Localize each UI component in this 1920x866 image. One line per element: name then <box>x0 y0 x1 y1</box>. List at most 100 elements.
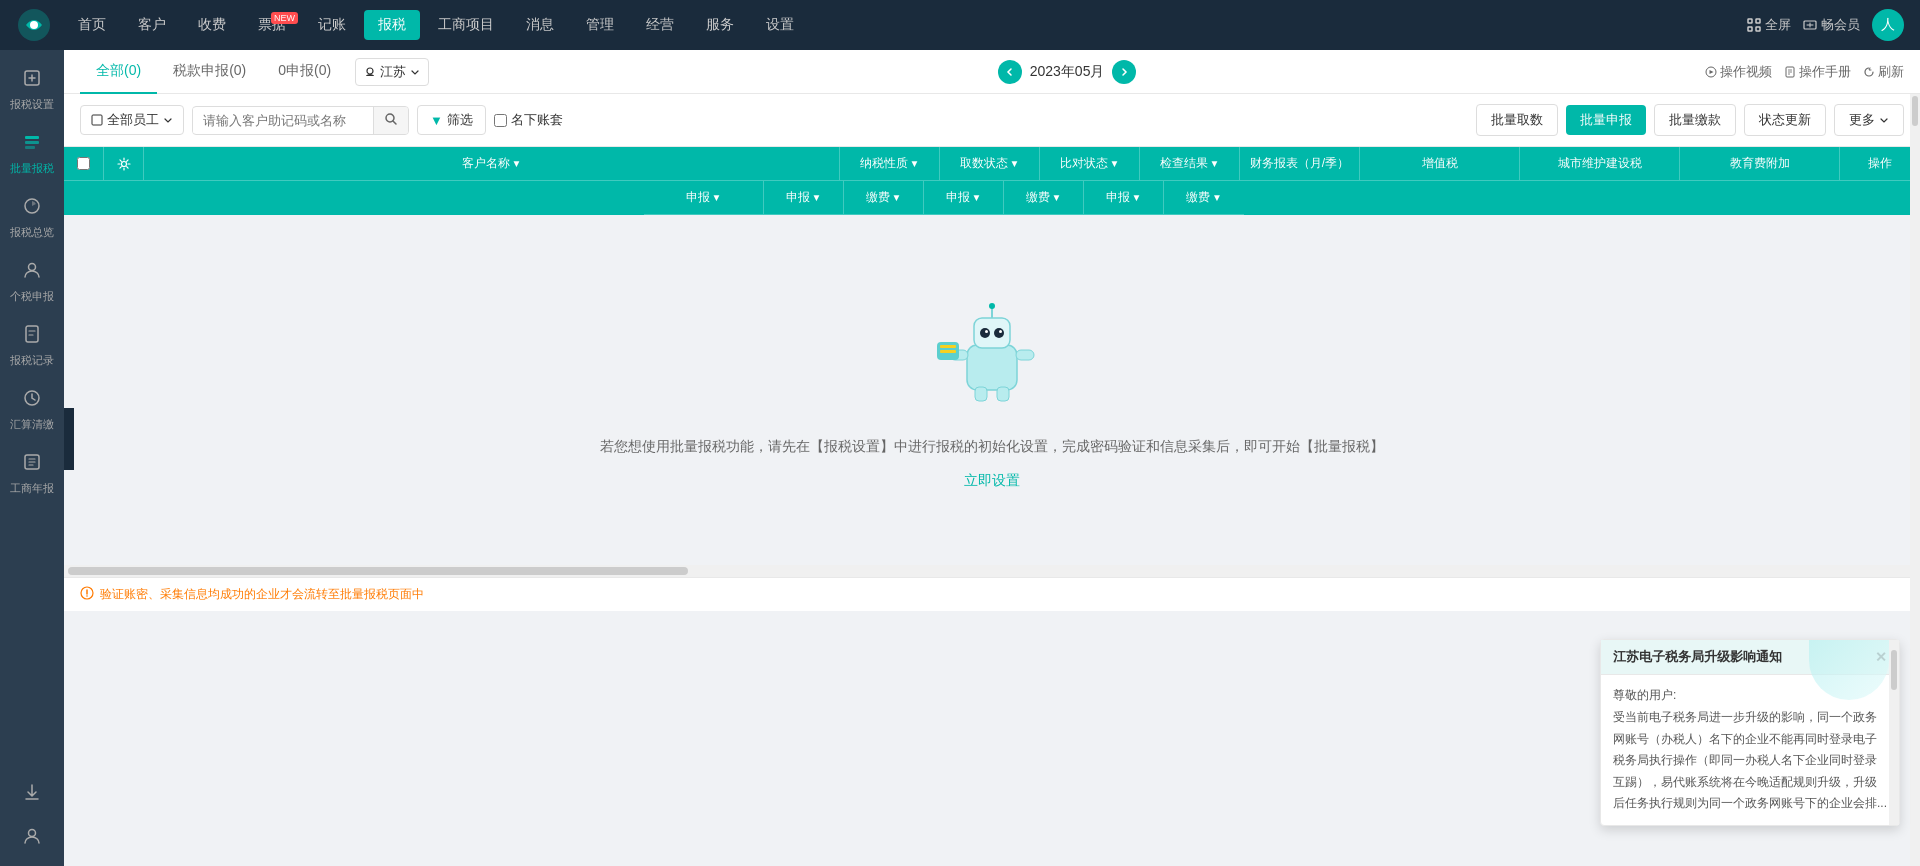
filter-icon: ▼ <box>430 113 443 128</box>
right-scrollbar-thumb <box>1912 96 1918 126</box>
svg-rect-25 <box>974 318 1010 348</box>
svg-rect-3 <box>1756 19 1760 23</box>
bottom-tip-text: 验证账密、采集信息均成功的企业才会流转至批量报税页面中 <box>100 586 424 603</box>
download-icon[interactable] <box>14 774 50 810</box>
batch-pay-btn[interactable]: 批量缴款 <box>1654 104 1736 136</box>
batch-fetch-btn[interactable]: 批量取数 <box>1476 104 1558 136</box>
toolbar: 全部员工 ▼ 筛选 名下账套 批量取数 批量申报 批量缴款 状态更新 更多 <box>64 94 1920 147</box>
download-sets-checkbox[interactable]: 名下账套 <box>494 111 563 129</box>
th-financial-report-group: 财务报表（月/季） <box>1240 147 1360 181</box>
svg-point-1 <box>30 21 38 29</box>
sidebar-item-tax-records[interactable]: 报税记录 <box>0 314 64 378</box>
bottom-bar: 验证账密、采集信息均成功的企业才会流转至批量报税页面中 <box>64 577 1920 611</box>
svg-marker-19 <box>1710 70 1714 74</box>
svg-point-17 <box>367 68 373 74</box>
next-month-btn[interactable] <box>1112 60 1136 84</box>
svg-point-23 <box>121 161 126 166</box>
user-icon[interactable] <box>14 818 50 854</box>
batch-tax-icon <box>22 132 42 157</box>
th-tax-nature: 纳税性质 ▼ <box>840 147 940 181</box>
th-education-group: 教育费附加 <box>1680 147 1840 181</box>
search-box[interactable] <box>192 106 409 135</box>
nav-settings[interactable]: 设置 <box>752 10 808 40</box>
region-selector[interactable]: 江苏 <box>355 58 429 86</box>
th-vat-declare: 申报 ▼ <box>764 181 844 215</box>
tab-all[interactable]: 全部(0) <box>80 50 157 94</box>
th-vat-group: 增值税 <box>1360 147 1520 181</box>
employee-select[interactable]: 全部员工 <box>80 105 184 135</box>
nav-bookkeeping[interactable]: 记账 <box>304 10 360 40</box>
nav-items: 首页 客户 收费 票据 NEW 记账 报税 工商项目 消息 管理 经营 服务 设… <box>64 10 1747 40</box>
notification-scrollbar[interactable] <box>1889 640 1899 825</box>
nav-ticket[interactable]: 票据 NEW <box>244 10 300 40</box>
th-checkbox[interactable] <box>64 147 104 181</box>
search-button[interactable] <box>373 107 408 134</box>
app-logo[interactable] <box>16 7 52 43</box>
filter-icon-compare[interactable]: ▼ <box>1110 158 1120 169</box>
svg-rect-37 <box>975 387 987 401</box>
current-month: 2023年05月 <box>1030 63 1105 81</box>
sidebar-item-annual-report[interactable]: 工商年报 <box>0 442 64 506</box>
data-table: 客户名称 ▼ 纳税性质 ▼ 取数状态 ▼ 比对状态 ▼ 检查结果 ▼ <box>64 147 1920 611</box>
toolbar-right: 批量取数 批量申报 批量缴款 状态更新 更多 <box>1476 104 1904 136</box>
tab-zero-declare[interactable]: 0申报(0) <box>262 50 347 94</box>
tax-records-icon <box>22 324 42 349</box>
refresh-link[interactable]: 刷新 <box>1863 63 1904 81</box>
svg-rect-21 <box>92 115 102 125</box>
select-all-checkbox[interactable] <box>77 157 90 170</box>
scrollbar-thumb[interactable] <box>68 567 688 575</box>
sidebar-item-settlement[interactable]: 汇算清缴 <box>0 378 64 442</box>
nav-operation[interactable]: 经营 <box>632 10 688 40</box>
notif-scroll-thumb <box>1891 650 1897 690</box>
tax-settings-icon <box>22 68 42 93</box>
sidebar-item-tax-settings[interactable]: 报税设置 <box>0 58 64 122</box>
svg-rect-10 <box>25 146 35 149</box>
setup-link[interactable]: 立即设置 <box>964 472 1020 490</box>
nav-home[interactable]: 首页 <box>64 10 120 40</box>
sidebar-item-personal-tax[interactable]: 个税申报 <box>0 250 64 314</box>
nav-right: 全屏 畅会员 人 <box>1747 9 1904 41</box>
nav-customer[interactable]: 客户 <box>124 10 180 40</box>
nav-message[interactable]: 消息 <box>512 10 568 40</box>
nav-tax[interactable]: 报税 <box>364 10 420 40</box>
operation-manual-link[interactable]: 操作手册 <box>1784 63 1851 81</box>
download-sets-check[interactable] <box>494 114 507 127</box>
filter-icon-check[interactable]: ▼ <box>1210 158 1220 169</box>
svg-rect-5 <box>1756 27 1760 31</box>
robot-illustration <box>932 290 1052 410</box>
th-vat-pay: 缴费 ▼ <box>844 181 924 215</box>
nav-manage[interactable]: 管理 <box>572 10 628 40</box>
user-avatar[interactable]: 人 <box>1872 9 1904 41</box>
th-edu-pay: 缴费 ▼ <box>1164 181 1244 215</box>
nav-fee[interactable]: 收费 <box>184 10 240 40</box>
svg-rect-13 <box>26 326 38 342</box>
search-input-field[interactable] <box>193 108 373 133</box>
notification-title: 江苏电子税务局升级影响通知 <box>1613 648 1782 666</box>
filter-icon-tax-nature[interactable]: ▼ <box>910 158 920 169</box>
svg-point-29 <box>999 330 1002 333</box>
operation-video-link[interactable]: 操作视频 <box>1705 63 1772 81</box>
fullscreen-btn[interactable]: 全屏 <box>1747 16 1791 34</box>
svg-rect-38 <box>997 387 1009 401</box>
filter-icon-fetch[interactable]: ▼ <box>1010 158 1020 169</box>
empty-state: 若您想使用批量报税功能，请先在【报税设置】中进行报税的初始化设置，完成密码验证和… <box>64 215 1920 565</box>
status-update-btn[interactable]: 状态更新 <box>1744 104 1826 136</box>
prev-month-btn[interactable] <box>998 60 1022 84</box>
nav-business[interactable]: 工商项目 <box>424 10 508 40</box>
member-btn[interactable]: 畅会员 <box>1803 16 1860 34</box>
nav-service[interactable]: 服务 <box>692 10 748 40</box>
horizontal-scrollbar[interactable] <box>64 565 1920 577</box>
more-btn[interactable]: 更多 <box>1834 104 1904 136</box>
batch-declare-btn[interactable]: 批量申报 <box>1566 105 1646 135</box>
svg-point-28 <box>985 330 988 333</box>
sidebar-item-tax-overview[interactable]: 报税总览 <box>0 186 64 250</box>
sidebar-item-batch-tax[interactable]: 批量报税 <box>0 122 64 186</box>
empty-tip-text: 若您想使用批量报税功能，请先在【报税设置】中进行报税的初始化设置，完成密码验证和… <box>600 434 1384 459</box>
filter-icon-name[interactable]: ▼ <box>512 158 522 169</box>
new-badge: NEW <box>271 12 298 24</box>
right-scrollbar[interactable] <box>1910 94 1920 866</box>
tab-tax-declare[interactable]: 税款申报(0) <box>157 50 262 94</box>
th-gear[interactable] <box>104 147 144 181</box>
th-action: 操作 <box>1840 147 1920 181</box>
filter-button[interactable]: ▼ 筛选 <box>417 105 486 135</box>
